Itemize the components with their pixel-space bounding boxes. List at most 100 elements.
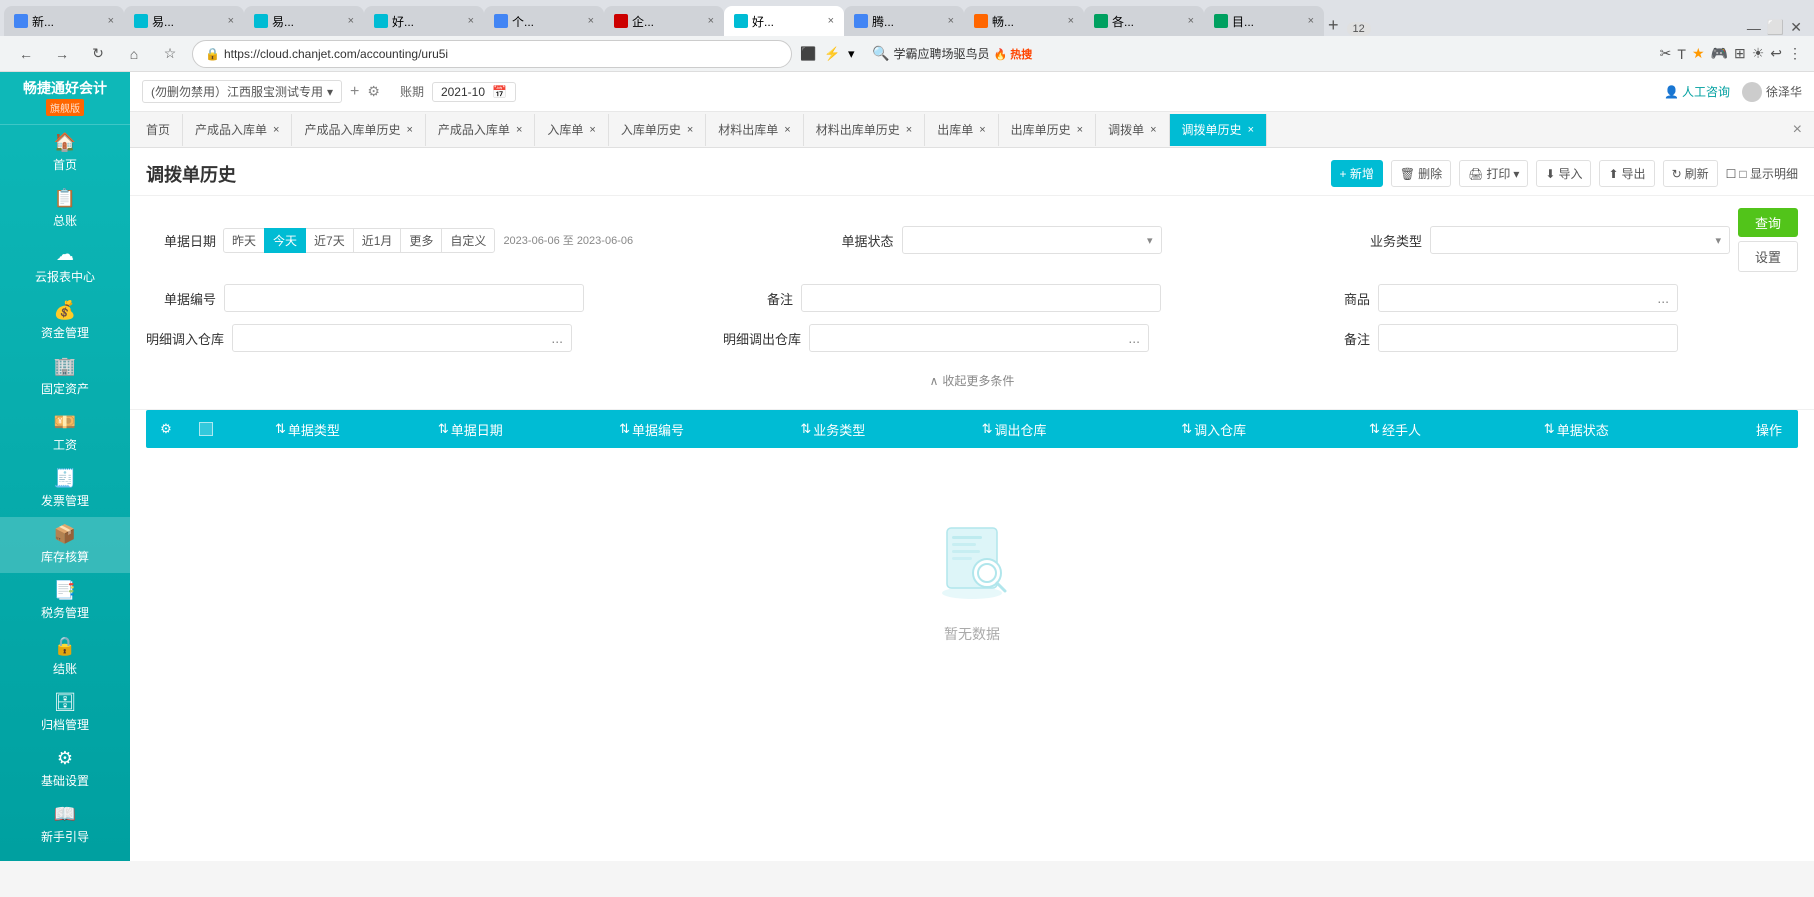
tabs-close-all[interactable]: × [1793,121,1814,139]
page-tab-prod-inbound2[interactable]: 产成品入库单 × [426,114,535,146]
tab7-close[interactable]: × [828,15,834,27]
query-button[interactable]: 查询 [1738,208,1798,237]
biztype-filter-select[interactable]: ▾ [1430,226,1730,254]
tab1-close[interactable]: × [108,15,114,27]
page-tab-transfer-history[interactable]: 调拨单历史 × [1170,114,1267,146]
new-tab-button[interactable]: + [1328,15,1339,36]
setting-button[interactable]: 设置 [1738,241,1798,272]
print-button[interactable]: 🖨 打印 ▾ [1459,160,1528,187]
refresh-button[interactable]: ↻ 刷新 [1663,160,1718,187]
new-button[interactable]: + 新增 [1331,160,1383,187]
table-th-in[interactable]: ⇅ 调入仓库 [1114,420,1314,439]
in-warehouse-filter-select[interactable]: ... [232,324,572,352]
browser-tab-10[interactable]: 各... × [1084,6,1204,36]
docnum-input[interactable] [224,284,584,312]
forward-button[interactable]: → [48,40,76,68]
sidebar-item-archive[interactable]: 🗄 归档管理 [0,685,130,741]
table-gear-col[interactable]: ⚙ [146,421,186,437]
in-warehouse-dots[interactable]: ... [551,330,563,346]
tab4-close[interactable]: × [468,15,474,27]
date-btn-1month[interactable]: 近1月 [353,228,402,253]
page-tab-transfer[interactable]: 调拨单 × [1096,114,1169,146]
browser-tab-7[interactable]: 好... × [724,6,844,36]
remark2-input[interactable] [1378,324,1678,352]
page-tab-material-outbound-history-close[interactable]: × [906,124,912,136]
sidebar-item-capital[interactable]: 💰 资金管理 [0,293,130,349]
page-tab-prod-inbound-history-close[interactable]: × [406,124,412,136]
browser-tab-9[interactable]: 畅... × [964,6,1084,36]
tab11-close[interactable]: × [1308,15,1314,27]
sidebar-item-ledger[interactable]: 📋 总账 [0,181,130,237]
sidebar-item-closing[interactable]: 🔒 结账 [0,629,130,685]
page-tab-material-outbound-history[interactable]: 材料出库单历史 × [804,114,925,146]
sidebar-item-fixed[interactable]: 🏢 固定资产 [0,349,130,405]
page-tab-prod-inbound2-close[interactable]: × [516,124,522,136]
sidebar-item-guide[interactable]: 📖 新手引导 [0,797,130,853]
refresh-button[interactable]: ↻ [84,40,112,68]
browser-tab-8[interactable]: 腾... × [844,6,964,36]
date-btn-7days[interactable]: 近7天 [305,228,354,253]
date-btn-today[interactable]: 今天 [264,228,306,253]
page-tab-material-outbound[interactable]: 材料出库单 × [706,114,803,146]
table-check-col[interactable] [186,422,226,436]
out-warehouse-dots[interactable]: ... [1128,330,1140,346]
page-tab-inbound-history-close[interactable]: × [687,124,693,136]
page-tab-outbound[interactable]: 出库单 × [925,114,998,146]
page-tab-inbound[interactable]: 入库单 × [535,114,608,146]
tab5-close[interactable]: × [588,15,594,27]
sidebar-item-home[interactable]: 🏠 首页 [0,125,130,181]
browser-tab-11[interactable]: 目... × [1204,6,1324,36]
page-tab-transfer-close[interactable]: × [1150,124,1156,136]
goods-filter-select[interactable]: ... [1378,284,1678,312]
window-maximize[interactable]: ⬜ [1767,19,1784,36]
window-minimize[interactable]: — [1747,20,1761,36]
company-selector[interactable]: (勿删勿禁用）江西服宝测试专用 ▾ [142,80,342,103]
out-warehouse-filter-select[interactable]: ... [809,324,1149,352]
browser-tab-6[interactable]: 企... × [604,6,724,36]
page-tab-outbound-history-close[interactable]: × [1077,124,1083,136]
menu-icon[interactable]: ⋮ [1788,45,1802,62]
sidebar-item-inventory[interactable]: 📦 库存核算 [0,517,130,573]
table-th-biz[interactable]: ⇅ 业务类型 [751,420,914,439]
status-filter-select[interactable]: ▾ [902,226,1162,254]
page-tab-inbound-history[interactable]: 入库单历史 × [609,114,706,146]
period-value[interactable]: 2021-10 📅 [432,82,516,102]
tab9-close[interactable]: × [1068,15,1074,27]
browser-tab-1[interactable]: 新... × [4,6,124,36]
page-tab-prod-inbound-close[interactable]: × [273,124,279,136]
address-input[interactable]: 🔒 https://cloud.chanjet.com/accounting/u… [192,40,792,68]
table-th-status[interactable]: ⇅ 单据状态 [1476,420,1676,439]
page-tab-inbound-close[interactable]: × [589,124,595,136]
settings-gear-icon[interactable]: ⚙ [367,83,380,100]
sidebar-item-settings[interactable]: ⚙ 基础设置 [0,741,130,797]
page-tab-home[interactable]: 首页 [134,114,183,146]
date-btn-yesterday[interactable]: 昨天 [223,228,265,253]
browser-tab-5[interactable]: 个... × [484,6,604,36]
sidebar-item-salary[interactable]: 💴 工资 [0,405,130,461]
add-company-icon[interactable]: + [350,83,359,101]
tab10-close[interactable]: × [1188,15,1194,27]
tab3-close[interactable]: × [348,15,354,27]
date-btn-custom[interactable]: 自定义 [441,228,495,253]
browser-tab-4[interactable]: 好... × [364,6,484,36]
table-th-date[interactable]: ⇅ 单据日期 [389,420,552,439]
show-all-button[interactable]: ☐ □ 显示明细 [1726,165,1798,182]
browser-tab-3[interactable]: 易... × [244,6,364,36]
remark-input[interactable] [801,284,1161,312]
collapse-button[interactable]: ∧ 收起更多条件 [918,368,1027,393]
page-tab-prod-inbound[interactable]: 产成品入库单 × [183,114,292,146]
back-button[interactable]: ← [12,40,40,68]
table-th-num[interactable]: ⇅ 单据编号 [552,420,752,439]
window-close[interactable]: ✕ [1790,19,1802,36]
page-tab-prod-inbound-history[interactable]: 产成品入库单历史 × [292,114,425,146]
table-th-type[interactable]: ⇅ 单据类型 [226,420,389,439]
service-button[interactable]: 👤 人工咨询 [1664,83,1730,100]
page-tab-outbound-history[interactable]: 出库单历史 × [999,114,1096,146]
page-tab-material-outbound-close[interactable]: × [784,124,790,136]
sidebar-item-invoice[interactable]: 🧾 发票管理 [0,461,130,517]
date-btn-more[interactable]: 更多 [400,228,442,253]
delete-button[interactable]: 🗑 删除 [1391,160,1451,187]
dropdown-icon[interactable]: ▾ [848,46,864,62]
tab6-close[interactable]: × [708,15,714,27]
import-button[interactable]: ⬇ 导入 [1536,160,1591,187]
